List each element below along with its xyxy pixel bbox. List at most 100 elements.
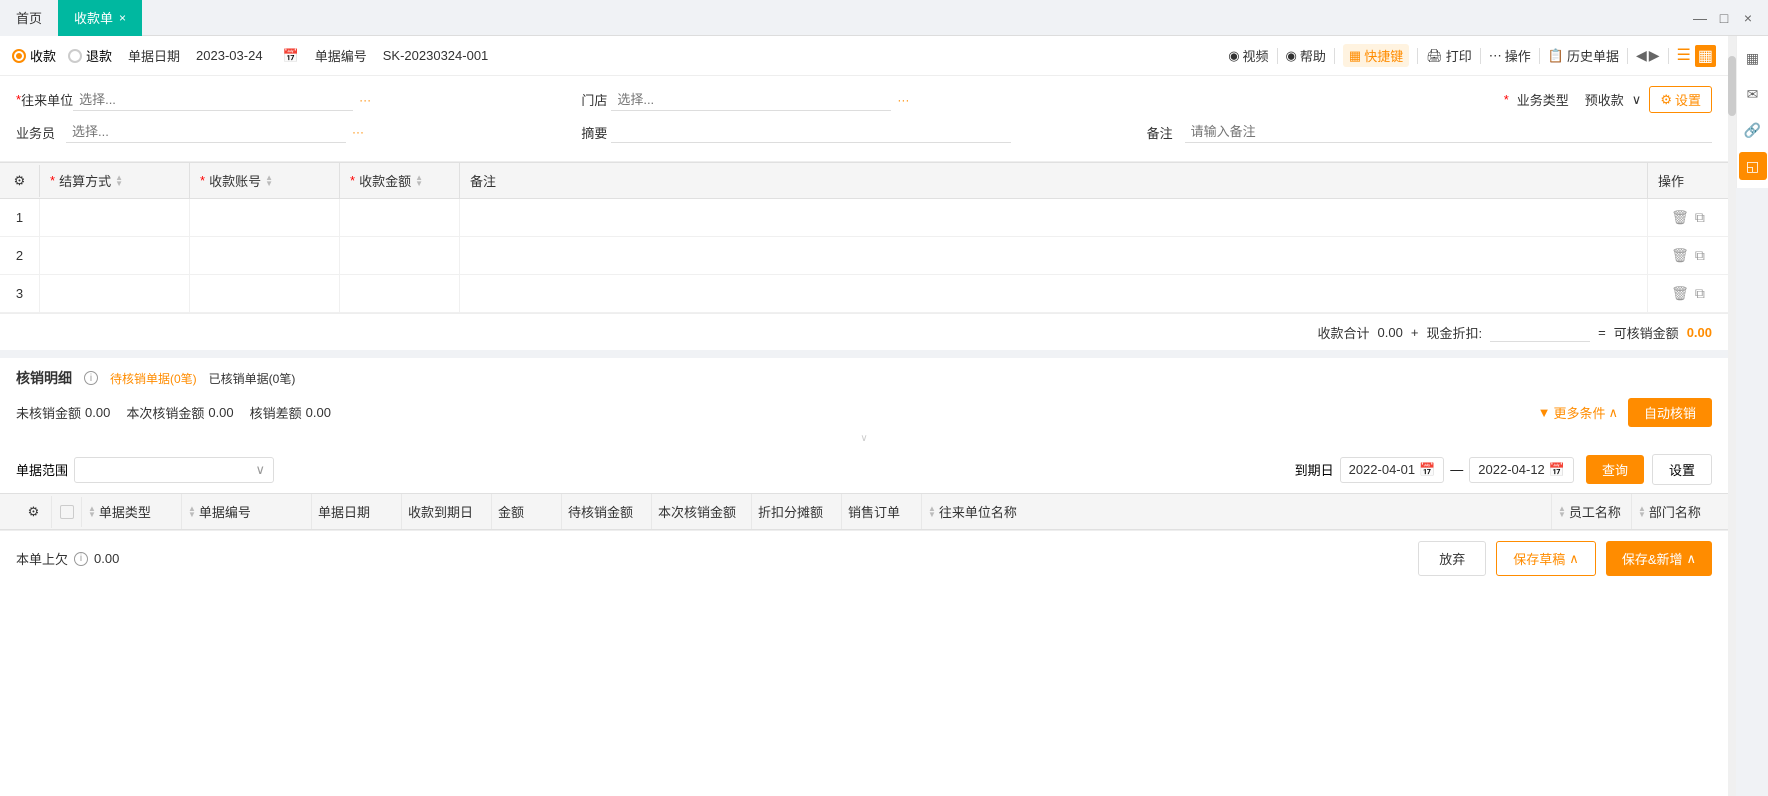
sidebar-icon-4[interactable]: ◱ <box>1739 152 1767 180</box>
nav-next-icon[interactable]: ▶ <box>1649 47 1660 64</box>
radio-tuidan-dot <box>68 49 82 63</box>
calendar-from-icon[interactable]: 📅 <box>1419 462 1435 478</box>
summary-input[interactable] <box>611 121 1011 143</box>
row1-copy-icon[interactable]: ⧉ <box>1695 209 1705 226</box>
auto-reconcile-btn[interactable]: 自动核销 <box>1628 398 1712 427</box>
row3-jiesuan[interactable] <box>40 275 190 312</box>
biz-required: * <box>1504 92 1509 107</box>
tab-home[interactable]: 首页 <box>0 0 58 36</box>
abandon-button[interactable]: 放弃 <box>1418 541 1486 576</box>
settings-icon: ⚙ <box>14 173 26 189</box>
diff-stat: 核销差额 0.00 <box>250 403 331 422</box>
date-calendar-icon[interactable]: 📅 <box>283 48 299 64</box>
discount-input[interactable] <box>1490 322 1590 342</box>
row3-copy-icon[interactable]: ⧉ <box>1695 285 1705 302</box>
total-value: 0.00 <box>1378 325 1403 340</box>
row3-delete-icon[interactable]: 🗑 <box>1671 285 1689 302</box>
save-button[interactable]: 保存&新增 ∧ <box>1606 541 1712 576</box>
radio-shoukuan[interactable]: 收款 <box>12 46 56 65</box>
range-select[interactable]: ∨ <box>74 457 274 483</box>
divider5 <box>1539 48 1540 64</box>
tab-close-icon[interactable]: × <box>119 11 126 25</box>
help-icon: ◉ <box>1286 48 1297 64</box>
shortcut-btn[interactable]: ▦ 快捷键 <box>1343 44 1409 67</box>
action-icon: ⋯ <box>1489 48 1502 64</box>
payment-table-header: ⚙ * 结算方式 ▲▼ * 收款账号 ▲▼ * 收款金额 ▲▼ <box>0 162 1728 199</box>
table-row: 1 🗑 ⧉ <box>0 199 1728 237</box>
table-row: 2 🗑 ⧉ <box>0 237 1728 275</box>
scrollbar-thumb[interactable] <box>1728 56 1736 116</box>
dth-check[interactable] <box>52 497 82 527</box>
row1-remark[interactable] <box>460 199 1648 236</box>
row1-jiesuan[interactable] <box>40 199 190 236</box>
print-btn[interactable]: 🖨 打印 <box>1426 46 1472 65</box>
bottom-value: 0.00 <box>94 551 119 566</box>
more-conditions-btn[interactable]: ▼ 更多条件 ∧ <box>1538 403 1618 422</box>
list-view-icon[interactable]: ☰ <box>1677 45 1691 67</box>
row2-jiesuan[interactable] <box>40 237 190 274</box>
sidebar-icon-2[interactable]: ✉ <box>1739 80 1767 108</box>
pending-tab[interactable]: 待核销单据(0笔) <box>110 370 197 387</box>
video-btn[interactable]: ◉ 视频 <box>1228 46 1268 65</box>
reconcile-info-icon[interactable]: i <box>84 371 98 385</box>
row2-remark[interactable] <box>460 237 1648 274</box>
query-btn[interactable]: 查询 <box>1586 455 1644 484</box>
sidebar-icon-1[interactable]: ▦ <box>1739 44 1767 72</box>
salesperson-more-btn[interactable]: ··· <box>346 125 370 139</box>
date-label: 单据日期 <box>128 46 180 65</box>
salesperson-label: 业务员 <box>16 123 66 142</box>
nav-prev-icon[interactable]: ◀ <box>1636 47 1647 64</box>
close-button[interactable]: × <box>1740 10 1756 26</box>
print-icon: 🖨 <box>1426 48 1443 64</box>
help-btn[interactable]: ◉ 帮助 <box>1286 46 1326 65</box>
draft-arrow-icon: ∧ <box>1569 551 1579 567</box>
biz-type-arrow[interactable]: ∨ <box>1632 92 1642 108</box>
row3-shoukuan[interactable] <box>190 275 340 312</box>
history-btn[interactable]: 📋 历史单据 <box>1548 46 1619 65</box>
action-btn[interactable]: ⋯ 操作 <box>1489 46 1531 65</box>
settings-button[interactable]: ⚙ 设置 <box>1649 86 1712 113</box>
store-more-btn[interactable]: ··· <box>891 93 915 107</box>
draft-button[interactable]: 保存草稿 ∧ <box>1496 541 1596 576</box>
filter-right: 查询 设置 <box>1586 454 1712 485</box>
dth-settings[interactable]: ⚙ <box>16 496 52 528</box>
calendar-to-icon[interactable]: 📅 <box>1549 462 1565 478</box>
biz-type-field: * 业务类型 预收款 ∨ ⚙ 设置 <box>1147 86 1712 113</box>
row1-op: 🗑 ⧉ <box>1648 199 1728 236</box>
done-tab[interactable]: 已核销单据(0笔) <box>209 370 296 387</box>
scrollbar[interactable] <box>1728 36 1736 796</box>
remark-input[interactable] <box>1185 121 1712 143</box>
date-to-input[interactable]: 2022-04-12 📅 <box>1469 457 1574 483</box>
minimize-button[interactable]: — <box>1692 10 1708 26</box>
th-settings[interactable]: ⚙ <box>0 165 40 197</box>
sidebar-icon-3[interactable]: 🔗 <box>1739 116 1767 144</box>
partner-more-btn[interactable]: ··· <box>353 93 377 107</box>
row1-amount[interactable] <box>340 199 460 236</box>
row2-copy-icon[interactable]: ⧉ <box>1695 247 1705 264</box>
equals-sign: = <box>1598 325 1606 340</box>
bottom-info-icon[interactable]: i <box>74 552 88 566</box>
maximize-button[interactable]: □ <box>1716 10 1732 26</box>
form-row-2: 业务员 ··· 摘要 备注 <box>16 121 1712 143</box>
dth-discount: 折扣分摊额 <box>752 494 842 529</box>
partner-input[interactable] <box>73 89 353 111</box>
salesperson-input[interactable] <box>66 121 346 143</box>
shortcut-icon: ▦ <box>1349 48 1361 64</box>
row3-amount[interactable] <box>340 275 460 312</box>
row1-delete-icon[interactable]: 🗑 <box>1671 209 1689 226</box>
row2-shoukuan[interactable] <box>190 237 340 274</box>
store-input[interactable] <box>611 89 891 111</box>
verifiable-label: 可核销金额 <box>1614 323 1679 342</box>
date-from-input[interactable]: 2022-04-01 📅 <box>1340 457 1445 483</box>
biz-type-label: 业务类型 <box>1517 90 1577 109</box>
row1-shoukuan[interactable] <box>190 199 340 236</box>
select-all-checkbox[interactable] <box>60 505 74 519</box>
row3-remark[interactable] <box>460 275 1648 312</box>
radio-tuidan[interactable]: 退款 <box>68 46 112 65</box>
tab-active[interactable]: 收款单 × <box>58 0 142 36</box>
row2-amount[interactable] <box>340 237 460 274</box>
unverified-value: 0.00 <box>85 405 110 420</box>
row2-delete-icon[interactable]: 🗑 <box>1671 247 1689 264</box>
grid-view-icon[interactable]: ▦ <box>1695 45 1716 67</box>
filter-settings-btn[interactable]: 设置 <box>1652 454 1712 485</box>
